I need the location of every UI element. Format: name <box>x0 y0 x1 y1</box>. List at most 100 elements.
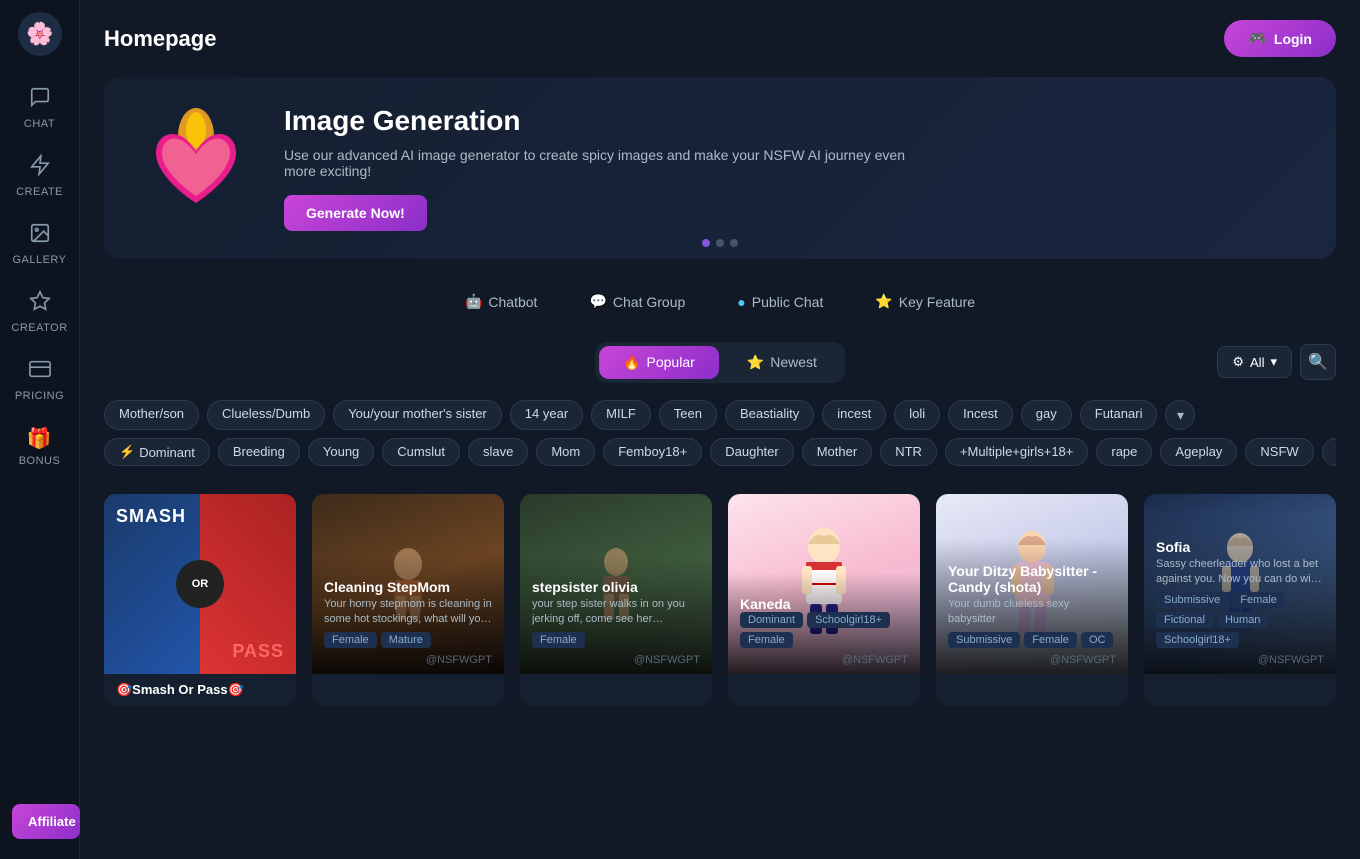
sidebar-item-gallery[interactable]: GALLERY <box>6 212 74 276</box>
pass-label: PASS <box>232 641 284 662</box>
banner-dot-3[interactable] <box>730 239 738 247</box>
tag-young[interactable]: Young <box>308 438 374 466</box>
smash-or-circle: OR <box>176 560 224 608</box>
tag-mothersson[interactable]: Mother/son <box>104 400 199 430</box>
search-button[interactable]: 🔍 <box>1300 344 1336 380</box>
card-overlay-4: Your Ditzy Babysitter - Candy (shota) Yo… <box>936 539 1128 674</box>
card-author-2: @NSFWGPT <box>532 654 700 666</box>
card-desc-4: Your dumb clueless sexy babysitter <box>948 597 1116 626</box>
page-header: Homepage 🎮 Login <box>104 20 1336 57</box>
tag-female-5: Female <box>1232 592 1285 608</box>
public-chat-label: Public Chat <box>752 294 824 310</box>
tags-row-1: Mother/son Clueless/Dumb You/your mother… <box>104 400 1336 430</box>
tag-incest-upper[interactable]: Incest <box>948 400 1013 430</box>
sidebar-item-bonus[interactable]: 🎁 BONUS <box>6 416 74 477</box>
card-stepsister-olivia[interactable]: stepsister olivia your step sister walks… <box>520 494 712 706</box>
chat-icon <box>29 86 51 114</box>
tag-submissive-2: Submissive <box>1156 592 1228 608</box>
tag-fictional: Fictional <box>1156 612 1213 628</box>
tag-teen[interactable]: Teen <box>659 400 717 430</box>
card-author-5: @NSFWGPT <box>1156 654 1324 666</box>
chatbot-icon: 🤖 <box>465 293 482 310</box>
sidebar-item-creator[interactable]: CREATOR <box>6 280 74 344</box>
tag-yourmothersister[interactable]: You/your mother's sister <box>333 400 502 430</box>
tag-breeding[interactable]: Breeding <box>218 438 300 466</box>
card-title-2: stepsister olivia <box>532 579 700 595</box>
tag-clueless[interactable]: Clueless/Dumb <box>207 400 325 430</box>
tag-beastiality[interactable]: Beastiality <box>725 400 814 430</box>
main-content: Homepage 🎮 Login Image Generation Use ou… <box>80 0 1360 859</box>
tag-multiple-girls[interactable]: +Multiple+girls+18+ <box>945 438 1088 466</box>
key-feature-icon: ⭐ <box>875 293 892 310</box>
smash-label: SMASH <box>116 506 186 527</box>
card-title-5: Sofia <box>1156 539 1324 555</box>
tab-public-chat[interactable]: ● Public Chat <box>715 283 845 320</box>
popular-label: Popular <box>647 354 695 370</box>
affiliate-button[interactable]: Affiliate <box>12 804 80 839</box>
all-label: All <box>1250 355 1264 370</box>
tag-femboy18[interactable]: Femboy18+ <box>603 438 702 466</box>
chatbot-label: Chatbot <box>488 294 537 310</box>
login-icon: 🎮 <box>1248 30 1265 47</box>
tag-cumslut[interactable]: Cumslut <box>382 438 460 466</box>
popular-filter-button[interactable]: 🔥 Popular <box>599 346 719 379</box>
tag-14year[interactable]: 14 year <box>510 400 583 430</box>
sidebar-item-create[interactable]: CREATE <box>6 144 74 208</box>
tag-submissive: Submissive <box>948 632 1020 648</box>
banner-dot-1[interactable] <box>702 239 710 247</box>
tab-chatbot[interactable]: 🤖 Chatbot <box>443 283 559 320</box>
card-sofia[interactable]: Sofia Sassy cheerleader who lost a bet a… <box>1144 494 1336 706</box>
card-cleaning-stepmom[interactable]: Cleaning StepMom Your horny stepmom is c… <box>312 494 504 706</box>
newest-filter-button[interactable]: ⭐ Newest <box>723 346 841 379</box>
smash-card-title: 🎯Smash Or Pass🎯 <box>116 682 284 698</box>
card-author-3: @NSFWGPT <box>740 654 908 666</box>
tag-femdom[interactable]: Femdom <box>1322 438 1336 466</box>
card-kaneda[interactable]: Kaneda Dominant Schoolgirl18+ Female @NS… <box>728 494 920 706</box>
newest-label: Newest <box>770 354 817 370</box>
sidebar-item-pricing[interactable]: PRICING <box>6 348 74 412</box>
tag-dominant: Dominant <box>740 612 803 628</box>
tag-nsfw[interactable]: NSFW <box>1245 438 1313 466</box>
banner-dot-2[interactable] <box>716 239 724 247</box>
tag-mom[interactable]: Mom <box>536 438 595 466</box>
tag-milf[interactable]: MILF <box>591 400 651 430</box>
tag-loli[interactable]: loli <box>894 400 940 430</box>
tag-dominant[interactable]: ⚡Dominant <box>104 438 210 466</box>
tag-mother[interactable]: Mother <box>802 438 872 466</box>
tag-slave[interactable]: slave <box>468 438 528 466</box>
cards-grid: SMASH PASS OR 🎯Smash Or Pass🎯 Cleaning S… <box>104 494 1336 706</box>
tag-female-4: Female <box>1024 632 1077 648</box>
generate-now-button[interactable]: Generate Now! <box>284 195 427 231</box>
card-smash-or-pass[interactable]: SMASH PASS OR 🎯Smash Or Pass🎯 <box>104 494 296 706</box>
tag-ntr[interactable]: NTR <box>880 438 937 466</box>
filter-icon: ⚙ <box>1232 354 1244 370</box>
tab-chat-group[interactable]: 💬 Chat Group <box>567 283 707 320</box>
tag-daughter[interactable]: Daughter <box>710 438 793 466</box>
banner-description: Use our advanced AI image generator to c… <box>284 147 924 179</box>
tag-futanari[interactable]: Futanari <box>1080 400 1158 430</box>
tag-incest-lower[interactable]: incest <box>822 400 886 430</box>
card-overlay-3: Kaneda Dominant Schoolgirl18+ Female @NS… <box>728 572 920 674</box>
card-tags-4: Submissive Female OC <box>948 632 1116 648</box>
tag-rape[interactable]: rape <box>1096 438 1152 466</box>
tag-gay[interactable]: gay <box>1021 400 1072 430</box>
create-icon <box>29 154 51 182</box>
tag-ageplay[interactable]: Ageplay <box>1160 438 1237 466</box>
login-button[interactable]: 🎮 Login <box>1224 20 1336 57</box>
tab-key-feature[interactable]: ⭐ Key Feature <box>853 283 997 320</box>
card-overlay: Cleaning StepMom Your horny stepmom is c… <box>312 555 504 674</box>
tags-expand-button[interactable]: ▾ <box>1165 400 1195 430</box>
card-ditzy-babysitter[interactable]: Your Ditzy Babysitter - Candy (shota) Yo… <box>936 494 1128 706</box>
banner-text: Image Generation Use our advanced AI ima… <box>284 105 924 231</box>
popular-icon: 🔥 <box>623 354 640 371</box>
card-title-4: Your Ditzy Babysitter - Candy (shota) <box>948 563 1116 595</box>
filter-bar: 🔥 Popular ⭐ Newest ⚙ All ▾ 🔍 <box>104 344 1336 380</box>
card-desc: Your horny stepmom is cleaning in some h… <box>324 597 492 626</box>
sidebar-bonus-label: BONUS <box>19 455 61 467</box>
sidebar-gallery-label: GALLERY <box>12 254 66 266</box>
all-filter-select[interactable]: ⚙ All ▾ <box>1217 346 1292 378</box>
banner-icon <box>136 108 256 228</box>
sidebar-item-chat[interactable]: CHAT <box>6 76 74 140</box>
app-logo[interactable]: 🌸 <box>18 12 62 56</box>
tag-mature: Mature <box>381 632 431 648</box>
